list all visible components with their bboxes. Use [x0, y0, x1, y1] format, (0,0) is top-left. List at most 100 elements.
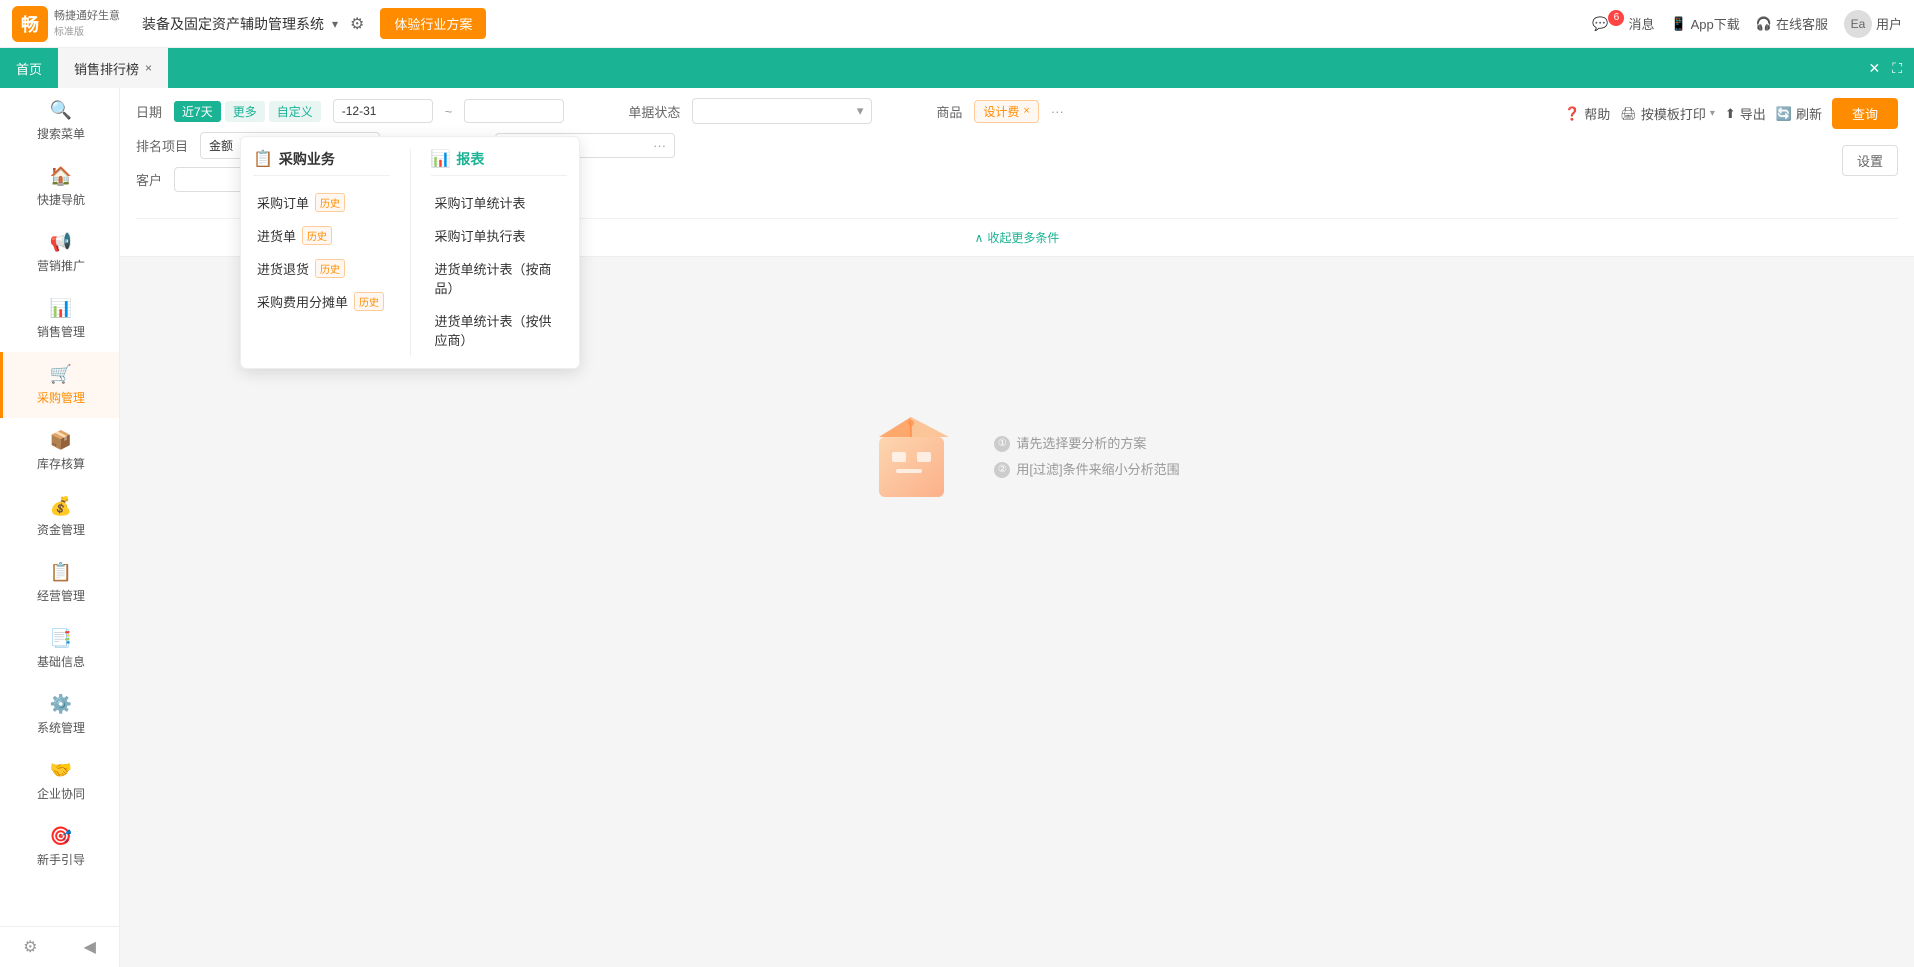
sidebar-label-system: 系统管理: [37, 719, 85, 736]
sidebar-item-inventory[interactable]: 📦 库存核算: [0, 418, 119, 484]
print-dropdown-icon: ▾: [1710, 108, 1715, 119]
logo-text: 畅捷通好生意: [54, 9, 120, 23]
doc-status-select[interactable]: ▾: [692, 98, 872, 124]
filter-row-1: 日期 近7天 更多 自定义 ~ 单据状态 ▾: [136, 98, 1564, 124]
guide-icon: 🎯: [50, 826, 72, 847]
sidebar: 🔍 搜索菜单 🏠 快捷导航 📢 营销推广 📊 销售管理 🛒 采购管理 📦 库存核…: [0, 88, 120, 967]
dropdown-item-expense[interactable]: 采购费用分摊单 历史: [253, 285, 390, 318]
marketing-icon: 📢: [50, 232, 72, 253]
inbound-label: 进货单: [257, 226, 296, 245]
sidebar-label-finance: 资金管理: [37, 521, 85, 538]
sidebar-label-purchase: 采购管理: [37, 389, 85, 406]
print-btn[interactable]: 🖨 按模板打印 ▾: [1620, 104, 1715, 123]
collapse-chevron-icon: ∧: [975, 231, 984, 245]
sidebar-label-collab: 企业协同: [37, 785, 85, 802]
sidebar-item-search[interactable]: 🔍 搜索菜单: [0, 88, 119, 154]
goods-chip-close[interactable]: ×: [1023, 105, 1029, 117]
sidebar-label-marketing: 营销推广: [37, 257, 85, 274]
tab-close-all-icon[interactable]: ✕: [1868, 60, 1880, 77]
dropdown-item-inbound-by-supplier[interactable]: 进货单统计表（按供应商）: [431, 304, 568, 356]
tab-close-icon[interactable]: ×: [145, 61, 152, 75]
query-area: ❓ 帮助 🖨 按模板打印 ▾ ⬆ 导出 🔄: [1564, 98, 1898, 176]
message-icon: 💬: [1592, 16, 1608, 32]
dropdown-item-return[interactable]: 进货退货 历史: [253, 252, 390, 285]
sidebar-collapse-btn[interactable]: ◀: [84, 937, 96, 957]
customer-label: 客户: [136, 170, 162, 189]
sidebar-settings-btn[interactable]: ⚙: [23, 937, 37, 957]
date-tag-more[interactable]: 更多: [225, 101, 265, 122]
tab-expand-icon[interactable]: ⛶: [1892, 60, 1902, 77]
export-btn[interactable]: ⬆ 导出: [1725, 104, 1766, 123]
sidebar-label-search: 搜索菜单: [37, 125, 85, 142]
collapse-btn[interactable]: ∧ 收起更多条件: [975, 229, 1060, 246]
tab-end-actions: ✕ ⛶: [1868, 60, 1914, 77]
sidebar-item-system[interactable]: ⚙️ 系统管理: [0, 682, 119, 748]
tab-home[interactable]: 首页: [0, 48, 58, 88]
sidebar-bottom: ⚙ ◀: [0, 926, 119, 967]
date-input[interactable]: [333, 99, 433, 123]
refresh-btn[interactable]: 🔄 刷新: [1776, 104, 1822, 123]
user-label: 用户: [1876, 14, 1902, 33]
sidebar-item-collab[interactable]: 🤝 企业协同: [0, 748, 119, 814]
date-tag-group: 近7天 更多 自定义: [174, 101, 321, 122]
settings-button[interactable]: 设置: [1842, 145, 1898, 176]
sidebar-label-quicknav: 快捷导航: [37, 191, 85, 208]
dropdown-item-po[interactable]: 采购订单 历史: [253, 186, 390, 219]
query-button[interactable]: 查询: [1832, 98, 1898, 129]
tab-sales-ranking-label: 销售排行榜: [74, 59, 139, 78]
logo-icon: 畅: [12, 6, 48, 42]
export-icon: ⬆: [1725, 106, 1736, 122]
system-dropdown[interactable]: ▾: [332, 17, 338, 31]
online-service-action[interactable]: 🎧 在线客服: [1756, 14, 1828, 33]
sidebar-item-quicknav[interactable]: 🏠 快捷导航: [0, 154, 119, 220]
sidebar-item-finance[interactable]: 💰 资金管理: [0, 484, 119, 550]
inbound-supplier-label: 进货单统计表（按供应商）: [435, 311, 564, 349]
sidebar-label-baseinfo: 基础信息: [37, 653, 85, 670]
dropdown-item-po-stat[interactable]: 采购订单统计表: [431, 186, 568, 219]
sidebar-item-baseinfo[interactable]: 📑 基础信息: [0, 616, 119, 682]
user-action[interactable]: Ea 用户: [1844, 10, 1902, 38]
operations-icon: 📋: [50, 562, 72, 583]
search-icon: 🔍: [50, 100, 72, 121]
inbound-hist-badge: 历史: [302, 226, 332, 245]
date-separator: ~: [445, 104, 453, 119]
purchase-icon: 🛒: [50, 364, 72, 385]
expense-hist-badge: 历史: [354, 292, 384, 311]
dropdown-arrow: ▾: [857, 103, 864, 119]
help-btn[interactable]: ❓ 帮助: [1564, 104, 1610, 123]
ranking-label: 排名项目: [136, 136, 188, 155]
sidebar-label-operations: 经营管理: [37, 587, 85, 604]
sidebar-item-operations[interactable]: 📋 经营管理: [0, 550, 119, 616]
app-download-action[interactable]: 📱 App下载: [1670, 14, 1739, 33]
goods-dots[interactable]: ···: [1051, 104, 1064, 119]
date-tag-custom[interactable]: 自定义: [269, 101, 321, 122]
dropdown-item-po-exec[interactable]: 采购订单执行表: [431, 219, 568, 252]
tip-text-2: 用[过滤]条件来缩小分析范围: [1016, 457, 1179, 483]
tab-home-label: 首页: [16, 59, 42, 78]
help-label: 帮助: [1584, 104, 1610, 123]
toolbar-buttons: ❓ 帮助 🖨 按模板打印 ▾ ⬆ 导出 🔄: [1564, 98, 1898, 129]
reports-col-icon: 📊: [431, 149, 451, 169]
return-label: 进货退货: [257, 259, 309, 278]
export-label: 导出: [1740, 104, 1766, 123]
dropdown-item-inbound-by-goods[interactable]: 进货单统计表（按商品）: [431, 252, 568, 304]
refresh-icon: 🔄: [1776, 106, 1792, 122]
date-tag-7days[interactable]: 近7天: [174, 101, 221, 122]
industry-button[interactable]: 体验行业方案: [380, 8, 486, 39]
message-action[interactable]: 💬 6 消息: [1592, 14, 1654, 33]
dropdown-item-inbound[interactable]: 进货单 历史: [253, 219, 390, 252]
sidebar-item-marketing[interactable]: 📢 营销推广: [0, 220, 119, 286]
tab-sales-ranking[interactable]: 销售排行榜 ×: [58, 48, 168, 88]
settings-icon[interactable]: ⚙: [350, 14, 364, 34]
collab-icon: 🤝: [50, 760, 72, 781]
print-icon: 🖨: [1620, 106, 1637, 122]
content-area: 日期 近7天 更多 自定义 ~ 单据状态 ▾: [120, 88, 1914, 967]
tip-item-2: ② 用[过滤]条件来缩小分析范围: [994, 457, 1179, 483]
goods-label: 商品: [936, 102, 962, 121]
po-exec-label: 采购订单执行表: [435, 226, 526, 245]
sidebar-label-sales: 销售管理: [37, 323, 85, 340]
sidebar-item-guide[interactable]: 🎯 新手引导: [0, 814, 119, 880]
sidebar-item-sales[interactable]: 📊 销售管理: [0, 286, 119, 352]
date-input-end[interactable]: [464, 99, 564, 123]
sidebar-item-purchase[interactable]: 🛒 采购管理: [0, 352, 119, 418]
